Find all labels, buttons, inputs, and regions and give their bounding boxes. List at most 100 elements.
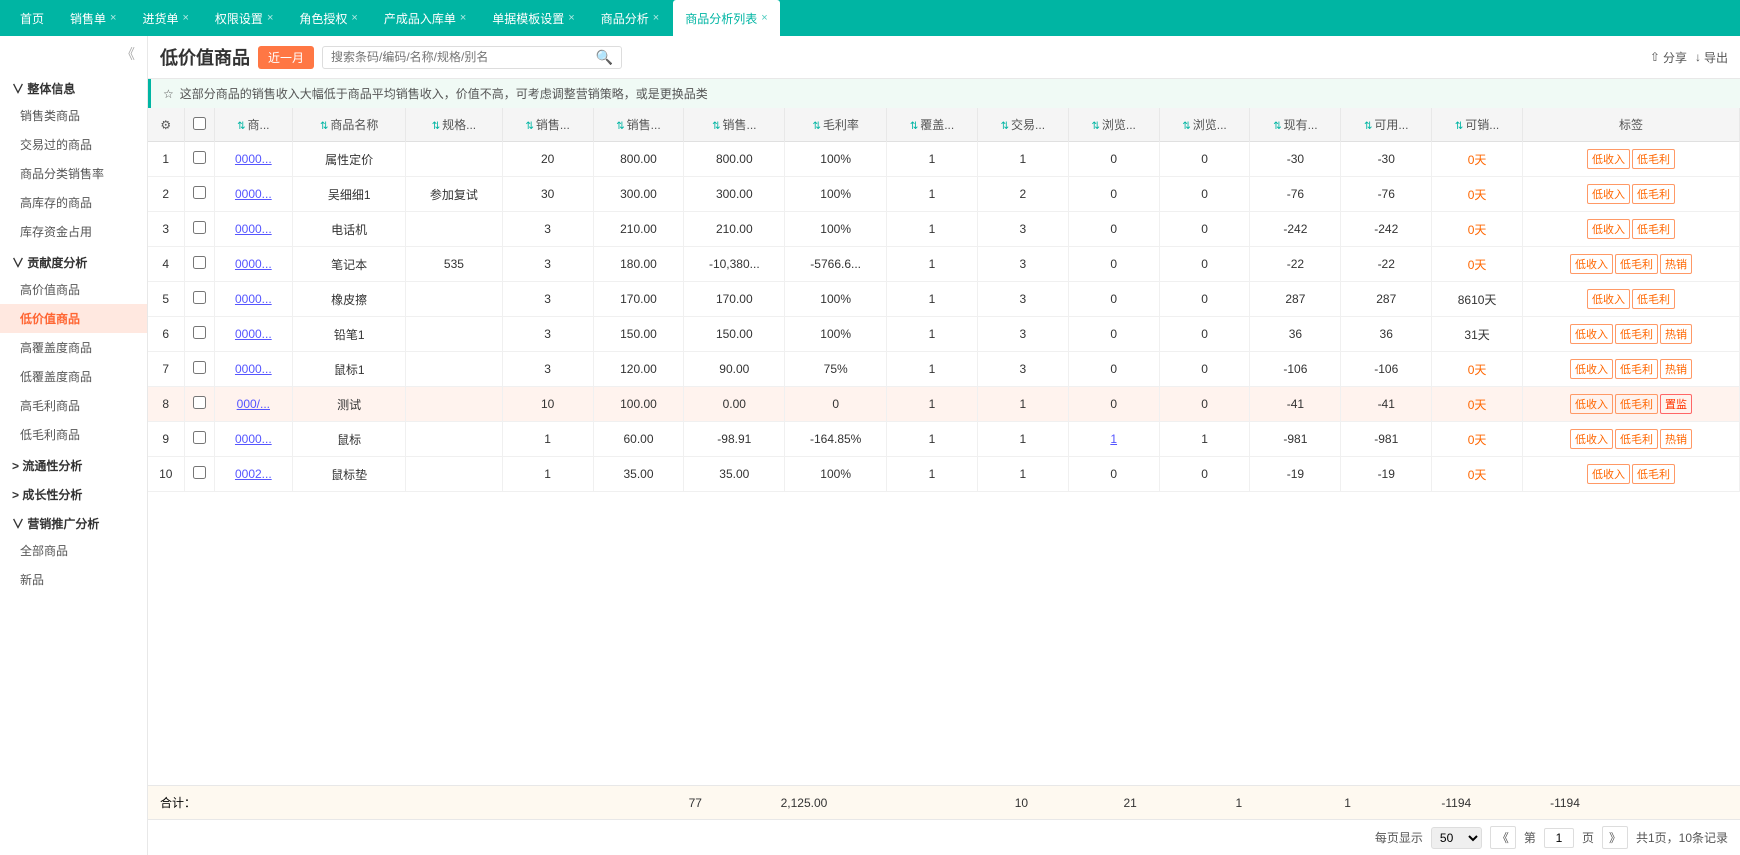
col-sale3-header[interactable]: ⇅销售...	[684, 108, 785, 142]
row-checkbox[interactable]	[193, 151, 206, 164]
row-stock1: -76	[1250, 177, 1341, 212]
per-page-select[interactable]: 50 100 200	[1431, 827, 1482, 849]
footer-sale1: 77	[641, 796, 750, 810]
nav-close-purchase[interactable]: ×	[182, 12, 188, 24]
sidebar-group-overall[interactable]: ∨ 整体信息	[0, 72, 147, 101]
row-view1[interactable]: 0	[1068, 247, 1159, 282]
col-stock3-header[interactable]: ⇅可销...	[1432, 108, 1523, 142]
col-view2-header[interactable]: ⇅浏览...	[1159, 108, 1250, 142]
col-profit-header[interactable]: ⇅毛利率	[785, 108, 887, 142]
row-checkbox[interactable]	[193, 291, 206, 304]
sidebar-item-new-products[interactable]: 新品	[0, 565, 147, 594]
footer-empty6	[1619, 796, 1728, 810]
table-header-row: ⚙ ⇅商... ⇅商品名称 ⇅规格... ⇅销售... ⇅销售... ⇅销售..…	[148, 108, 1740, 142]
row-stock1: -981	[1250, 422, 1341, 457]
row-view1[interactable]: 0	[1068, 282, 1159, 317]
row-checkbox[interactable]	[193, 221, 206, 234]
col-stock2-header[interactable]: ⇅可用...	[1341, 108, 1432, 142]
sidebar-group-contribution[interactable]: ∨ 贡献度分析	[0, 246, 147, 275]
sidebar-group-growth[interactable]: > 成长性分析	[0, 478, 147, 507]
filter-recent-month-btn[interactable]: 近一月	[258, 46, 314, 69]
sidebar-item-high-coverage[interactable]: 高覆盖度商品	[0, 333, 147, 362]
search-icon[interactable]: 🔍	[596, 49, 613, 66]
row-view1[interactable]: 0	[1068, 177, 1159, 212]
row-sale3: 800.00	[684, 142, 785, 177]
nav-purchase[interactable]: 进货单 ×	[130, 0, 200, 36]
export-icon: ↓	[1695, 50, 1701, 64]
export-btn[interactable]: ↓ 导出	[1695, 49, 1728, 66]
row-sale1: 3	[502, 317, 593, 352]
nav-home[interactable]: 首页	[8, 0, 56, 36]
sidebar-item-low-margin[interactable]: 低毛利商品	[0, 420, 147, 449]
sidebar-item-high-value[interactable]: 高价值商品	[0, 275, 147, 304]
row-spec: 535	[406, 247, 503, 282]
sidebar-item-sales-category[interactable]: 销售类商品	[0, 101, 147, 130]
col-stock1-header[interactable]: ⇅现有...	[1250, 108, 1341, 142]
page-label: 第	[1524, 829, 1536, 846]
row-view1[interactable]: 0	[1068, 212, 1159, 247]
nav-close-product-inbound[interactable]: ×	[460, 12, 466, 24]
row-tags: 低收入低毛利热销	[1523, 247, 1740, 282]
product-tag: 低毛利	[1615, 429, 1658, 449]
col-code-header[interactable]: ⇅商...	[214, 108, 293, 142]
nav-template[interactable]: 单据模板设置 ×	[480, 0, 586, 36]
row-view1[interactable]: 1	[1068, 422, 1159, 457]
col-trade-header[interactable]: ⇅交易...	[977, 108, 1068, 142]
nav-product-analysis[interactable]: 商品分析 ×	[589, 0, 671, 36]
row-checkbox[interactable]	[193, 256, 206, 269]
row-days: 0天	[1432, 177, 1523, 212]
sidebar-item-all-products[interactable]: 全部商品	[0, 536, 147, 565]
share-btn[interactable]: ⇧ 分享	[1650, 49, 1687, 66]
sidebar-item-high-stock[interactable]: 高库存的商品	[0, 188, 147, 217]
row-view1[interactable]: 0	[1068, 352, 1159, 387]
sidebar-group-marketing[interactable]: ∨ 营销推广分析	[0, 507, 147, 536]
nav-permission[interactable]: 权限设置 ×	[203, 0, 285, 36]
sidebar-item-low-coverage[interactable]: 低覆盖度商品	[0, 362, 147, 391]
next-page-btn[interactable]: 》	[1602, 826, 1628, 849]
nav-close-product-analysis[interactable]: ×	[653, 12, 659, 24]
select-all-checkbox[interactable]	[193, 117, 206, 130]
nav-close-role-auth[interactable]: ×	[351, 12, 357, 24]
row-checkbox[interactable]	[193, 431, 206, 444]
col-spec-header[interactable]: ⇅规格...	[406, 108, 503, 142]
search-input[interactable]	[331, 50, 592, 64]
row-name: 鼠标1	[293, 352, 406, 387]
col-view1-header[interactable]: ⇅浏览...	[1068, 108, 1159, 142]
sidebar-item-traded[interactable]: 交易过的商品	[0, 130, 147, 159]
col-settings[interactable]: ⚙	[148, 108, 184, 142]
col-cover-header[interactable]: ⇅覆盖...	[887, 108, 978, 142]
sidebar-item-category-sales-rate[interactable]: 商品分类销售率	[0, 159, 147, 188]
nav-close-template[interactable]: ×	[568, 12, 574, 24]
row-view1[interactable]: 0	[1068, 387, 1159, 422]
row-checkbox[interactable]	[193, 361, 206, 374]
nav-product-analysis-list[interactable]: 商品分析列表 ×	[673, 0, 779, 36]
sidebar-collapse-btn[interactable]: 《	[115, 42, 141, 66]
row-checkbox[interactable]	[193, 396, 206, 409]
row-view1[interactable]: 0	[1068, 142, 1159, 177]
row-profit: 100%	[785, 317, 887, 352]
nav-close-sales-order[interactable]: ×	[110, 12, 116, 24]
nav-role-auth[interactable]: 角色授权 ×	[287, 0, 369, 36]
col-sale1-header[interactable]: ⇅销售...	[502, 108, 593, 142]
row-checkbox[interactable]	[193, 186, 206, 199]
col-sale2-header[interactable]: ⇅销售...	[593, 108, 684, 142]
row-checkbox[interactable]	[193, 326, 206, 339]
nav-close-product-analysis-list[interactable]: ×	[761, 12, 767, 24]
nav-close-permission[interactable]: ×	[267, 12, 273, 24]
table-row: 8 000/... 测试 10 100.00 0.00 0 1 1 0 0 -4…	[148, 387, 1740, 422]
row-checkbox[interactable]	[193, 466, 206, 479]
prev-page-btn[interactable]: 《	[1490, 826, 1516, 849]
sidebar-item-stock-capital[interactable]: 库存资金占用	[0, 217, 147, 246]
row-trade: 1	[977, 422, 1068, 457]
page-number-input[interactable]	[1544, 828, 1574, 848]
sidebar-item-low-value[interactable]: 低价值商品	[0, 304, 147, 333]
row-view1[interactable]: 0	[1068, 457, 1159, 492]
row-view1[interactable]: 0	[1068, 317, 1159, 352]
row-trade: 3	[977, 352, 1068, 387]
sidebar-group-liquidity[interactable]: > 流通性分析	[0, 449, 147, 478]
col-name-header[interactable]: ⇅商品名称	[293, 108, 406, 142]
row-days: 0天	[1432, 142, 1523, 177]
sidebar-item-high-margin[interactable]: 高毛利商品	[0, 391, 147, 420]
nav-product-inbound[interactable]: 产成品入库单 ×	[372, 0, 478, 36]
nav-sales-order[interactable]: 销售单 ×	[58, 0, 128, 36]
